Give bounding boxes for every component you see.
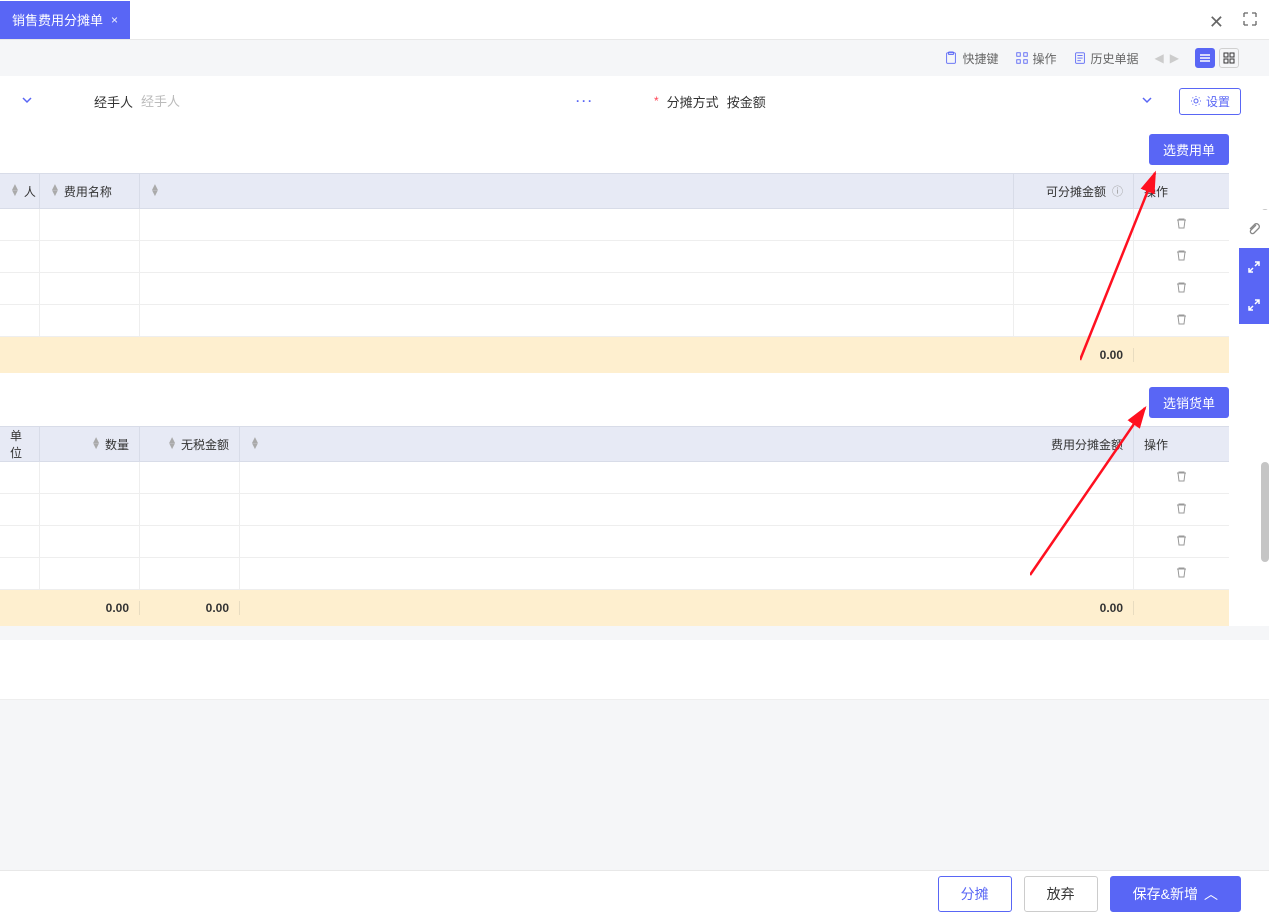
expand-button-2[interactable] xyxy=(1239,286,1269,324)
grid-icon xyxy=(1015,51,1029,65)
trash-icon[interactable] xyxy=(1175,249,1188,265)
card-icon xyxy=(1223,52,1235,64)
sort-icon[interactable]: ▲▼ xyxy=(91,438,101,450)
expand-icon xyxy=(1246,259,1262,275)
th-qty[interactable]: ▲▼数量 xyxy=(40,427,140,461)
method-input[interactable] xyxy=(727,94,1132,109)
trash-icon[interactable] xyxy=(1175,566,1188,582)
tab-sales-expense-allocation[interactable]: 销售费用分摊单 × xyxy=(0,1,130,39)
trash-icon[interactable] xyxy=(1175,502,1188,518)
table-row[interactable] xyxy=(0,209,1229,241)
gear-icon xyxy=(1190,95,1202,107)
select-expense-button[interactable]: 选费用单 xyxy=(1149,134,1229,165)
discard-button[interactable]: 放弃 xyxy=(1024,876,1098,912)
th-blank: ▲▼ xyxy=(140,174,1014,208)
table-row[interactable] xyxy=(0,241,1229,273)
form-row: 经手人 ··· * 分摊方式 设置 xyxy=(0,76,1269,126)
allocate-button[interactable]: 分摊 xyxy=(938,876,1012,912)
list-icon xyxy=(1199,52,1211,64)
table-footer: 0.00 xyxy=(0,337,1229,373)
trash-icon[interactable] xyxy=(1175,470,1188,486)
table-row[interactable] xyxy=(0,526,1229,558)
next-icon[interactable]: ▶ xyxy=(1170,51,1179,65)
right-tools xyxy=(1239,210,1269,324)
table-head: 单位 ▲▼数量 ▲▼无税金额 ▲▼费用分摊金额 操作 xyxy=(0,426,1229,462)
more-icon[interactable]: ··· xyxy=(576,94,594,108)
nav-arrows: ◀ ▶ xyxy=(1155,51,1179,65)
chevron-down-icon[interactable] xyxy=(20,93,34,110)
clipboard-icon xyxy=(944,51,958,65)
sort-icon[interactable]: ▲▼ xyxy=(167,438,177,450)
scrollbar[interactable] xyxy=(1261,462,1269,562)
card-view-toggle[interactable] xyxy=(1219,48,1239,68)
handler-field: 经手人 ··· xyxy=(94,92,594,111)
trash-icon[interactable] xyxy=(1175,313,1188,329)
table-row[interactable] xyxy=(0,305,1229,337)
tab-title: 销售费用分摊单 xyxy=(12,10,103,29)
sales-table: 单位 ▲▼数量 ▲▼无税金额 ▲▼费用分摊金额 操作 0.00 0.00 0.0… xyxy=(0,426,1229,626)
expand-icon xyxy=(1246,297,1262,313)
paperclip-icon xyxy=(1246,221,1262,237)
prev-icon[interactable]: ◀ xyxy=(1155,51,1164,65)
list-view-toggle[interactable] xyxy=(1195,48,1215,68)
fullscreen-icon[interactable] xyxy=(1243,12,1257,29)
sort-icon[interactable]: ▲▼ xyxy=(250,438,260,450)
history-link[interactable]: 历史单据 xyxy=(1073,50,1139,67)
chevron-up-icon: ︿ xyxy=(1204,884,1218,904)
operate-link[interactable]: 操作 xyxy=(1015,50,1057,67)
toolbar: 快捷键 操作 历史单据 ◀ ▶ xyxy=(0,40,1269,76)
settings-button[interactable]: 设置 xyxy=(1179,88,1241,115)
table-row[interactable] xyxy=(0,558,1229,590)
tab-close-icon[interactable]: × xyxy=(111,13,118,27)
table-footer: 0.00 0.00 0.00 xyxy=(0,590,1229,626)
select-sales-button[interactable]: 选销货单 xyxy=(1149,387,1229,418)
save-new-button[interactable]: 保存&新增 ︿ xyxy=(1110,876,1241,912)
th-operate: 操作 xyxy=(1134,427,1229,461)
close-icon[interactable]: ✕ xyxy=(1209,12,1224,33)
sort-icon[interactable]: ▲▼ xyxy=(10,185,20,197)
trash-icon[interactable] xyxy=(1175,217,1188,233)
th-expense-name[interactable]: ▲▼费用名称 xyxy=(40,174,140,208)
table-head: ▲▼人 ▲▼费用名称 ▲▼ 可分摊金额ⓘ 操作 xyxy=(0,173,1229,209)
chevron-down-icon[interactable] xyxy=(1140,93,1154,110)
trash-icon[interactable] xyxy=(1175,281,1188,297)
required-mark: * xyxy=(654,94,659,108)
total-amount: 0.00 xyxy=(1014,348,1134,362)
th-notax[interactable]: ▲▼无税金额 xyxy=(140,427,240,461)
total-alloc: 0.00 xyxy=(240,601,1134,615)
view-toggles xyxy=(1195,48,1239,68)
footer: 分摊 放弃 保存&新增 ︿ xyxy=(0,870,1269,916)
table-row[interactable] xyxy=(0,494,1229,526)
handler-input[interactable] xyxy=(141,94,568,109)
th-unit[interactable]: 单位 xyxy=(0,427,40,461)
expand-button-1[interactable] xyxy=(1239,248,1269,286)
expense-table: ▲▼人 ▲▼费用名称 ▲▼ 可分摊金额ⓘ 操作 0.00 xyxy=(0,173,1229,373)
method-field: * 分摊方式 xyxy=(654,92,1154,111)
sort-icon[interactable]: ▲▼ xyxy=(50,185,60,197)
th-alloc[interactable]: ▲▼费用分摊金额 xyxy=(240,427,1134,461)
method-label: 分摊方式 xyxy=(667,92,719,111)
tab-bar: 销售费用分摊单 × xyxy=(0,0,1269,40)
shortcut-link[interactable]: 快捷键 xyxy=(944,50,998,67)
doc-icon xyxy=(1073,51,1087,65)
sort-icon[interactable]: ▲▼ xyxy=(150,185,160,197)
attachment-button[interactable] xyxy=(1239,210,1269,248)
expense-section: 选费用单 ▲▼人 ▲▼费用名称 ▲▼ 可分摊金额ⓘ 操作 0.00 选销货单 单… xyxy=(0,126,1269,626)
th-operate: 操作 xyxy=(1134,174,1229,208)
th-allocatable-amount[interactable]: 可分摊金额ⓘ xyxy=(1014,174,1134,208)
trash-icon[interactable] xyxy=(1175,534,1188,550)
total-notax: 0.00 xyxy=(140,601,240,615)
table-row[interactable] xyxy=(0,273,1229,305)
table-row[interactable] xyxy=(0,462,1229,494)
total-qty: 0.00 xyxy=(40,601,140,615)
handler-label: 经手人 xyxy=(94,92,133,111)
th-partial: ▲▼人 xyxy=(0,174,40,208)
help-icon[interactable]: ⓘ xyxy=(1112,183,1123,199)
